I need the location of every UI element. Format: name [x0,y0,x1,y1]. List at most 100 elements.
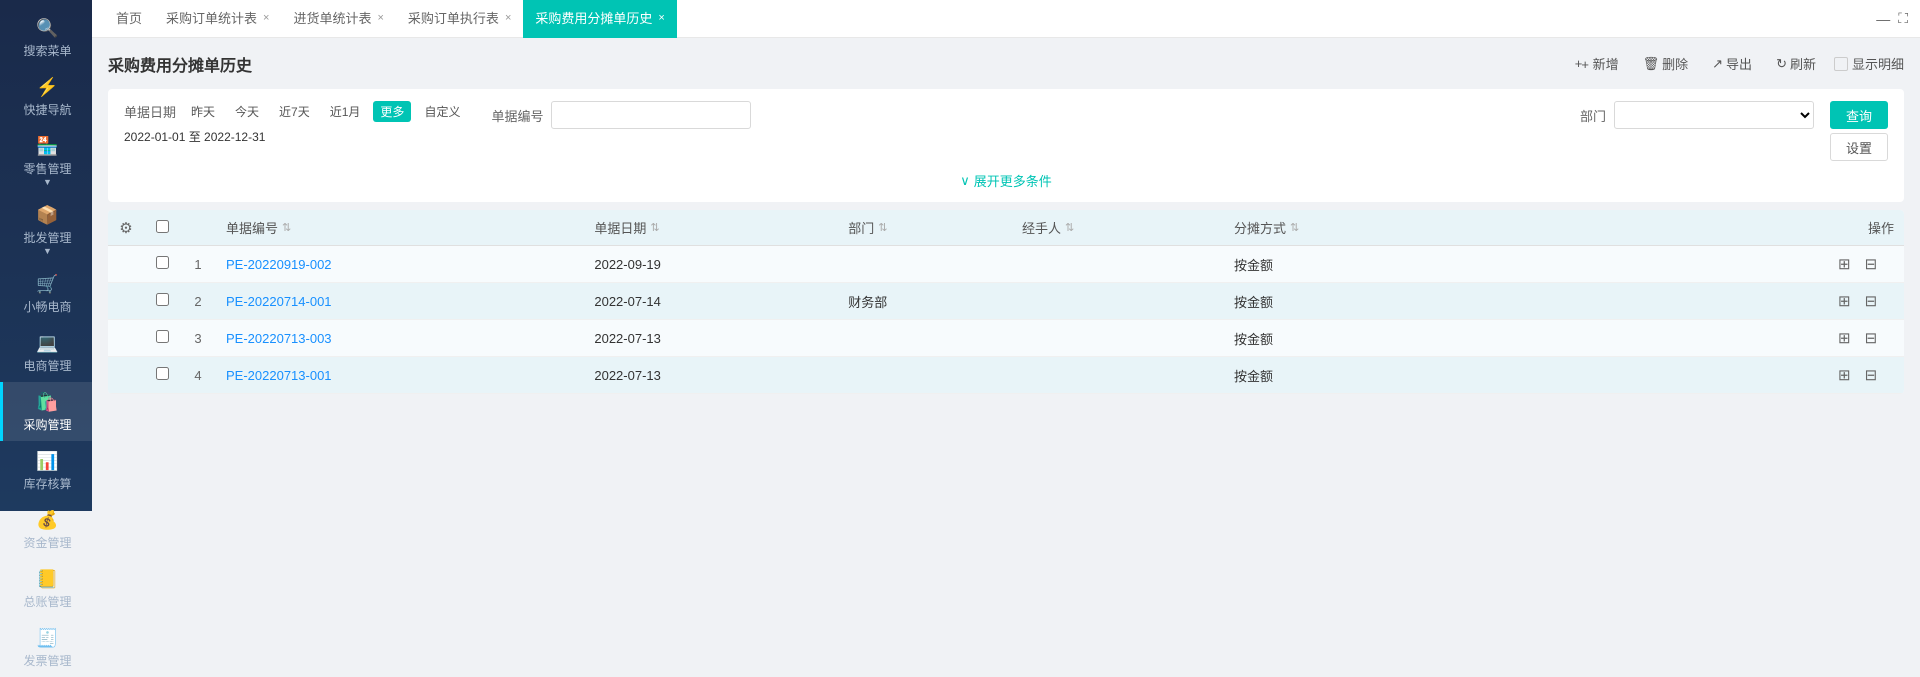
select-all-checkbox[interactable] [156,220,169,233]
show-detail-checkbox[interactable] [1834,57,1848,71]
date-btn-today[interactable]: 今天 [228,101,266,122]
view-icon-0[interactable]: ⊞ [1834,253,1855,275]
more-icon-2[interactable]: ⊟ [1861,327,1882,349]
sort-doc-date-icon[interactable]: ⇅ [650,221,659,234]
delete-icon: 🗑 [1643,56,1660,72]
minimize-btn[interactable]: — [1876,11,1890,27]
td-settings-2 [108,320,144,357]
delete-button[interactable]: 🗑 删除 [1637,50,1695,77]
th-doc-no: 单据编号 ⇅ [216,210,584,246]
view-icon-3[interactable]: ⊞ [1834,364,1855,386]
settings-button[interactable]: 设置 [1830,133,1888,161]
retail-arrow: ▼ [43,177,52,187]
sidebar-item-retail[interactable]: 🏪 零售管理 ▼ [0,126,92,195]
doc-number-input[interactable] [551,101,751,129]
th-dept: 部门 ⇅ [838,210,1012,246]
date-btn-custom[interactable]: 自定义 [417,101,467,122]
ledger-icon: 📒 [36,569,58,590]
date-btn-yesterday[interactable]: 昨天 [184,101,222,122]
content-area: 采购费用分摊单历史 + + 新增 🗑 删除 ↗ 导出 ↻ 刷新 [92,38,1920,511]
td-actions-1: ⊞ ⊟ [1824,283,1904,320]
date-options: 昨天 今天 近7天 近1月 更多 自定义 [184,101,467,122]
sort-doc-no-icon[interactable]: ⇅ [282,221,291,234]
main-area: 首页 采购订单统计表 × 进货单统计表 × 采购订单执行表 × 采购费用分摊单历… [92,0,1920,511]
sidebar-item-search[interactable]: 🔍 搜索菜单 [0,8,92,67]
tab-bar-actions: — ⛶ [1876,10,1908,27]
td-doc-date-0: 2022-09-19 [584,246,838,283]
date-btn-1month[interactable]: 近1月 [323,101,368,122]
more-icon-1[interactable]: ⊟ [1861,290,1882,312]
sidebar-label-search: 搜索菜单 [23,42,71,59]
export-icon: ↗ [1712,56,1723,72]
view-icon-1[interactable]: ⊞ [1834,290,1855,312]
td-handler-2 [1012,320,1224,357]
add-button[interactable]: + + 新增 [1569,50,1625,77]
td-split-method-2: 按金额 [1224,320,1824,357]
tab-purchase-cost-history[interactable]: 采购费用分摊单历史 × [523,0,676,38]
td-dept-2 [838,320,1012,357]
more-icon-0[interactable]: ⊟ [1861,253,1882,275]
doc-no-link-2[interactable]: PE-20220713-003 [226,331,332,346]
sidebar-item-ecommerce-small[interactable]: 🛒 小畅电商 [0,264,92,323]
sidebar-item-ecommerce[interactable]: 💻 电商管理 [0,323,92,382]
query-button[interactable]: 查询 [1830,101,1888,129]
row-checkbox-1[interactable] [156,293,169,306]
data-table: ⚙ 单据编号 ⇅ [108,210,1904,394]
tab-inbound-stats[interactable]: 进货单统计表 × [281,0,395,38]
td-handler-1 [1012,283,1224,320]
tab-close-inbound-stats[interactable]: × [377,12,383,24]
sidebar-item-wholesale[interactable]: 📦 批发管理 ▼ [0,195,92,264]
row-checkbox-2[interactable] [156,330,169,343]
date-range: 2022-01-01 至 2022-12-31 [124,128,467,145]
sort-handler-icon[interactable]: ⇅ [1065,221,1074,234]
td-doc-date-1: 2022-07-14 [584,283,838,320]
sidebar-item-finance[interactable]: 💰 资金管理 [0,500,92,559]
sidebar-label-purchase: 采购管理 [23,416,71,433]
filter-area: 单据日期 昨天 今天 近7天 近1月 更多 自定义 2022-01-01 至 2… [108,89,1904,202]
more-icon-3[interactable]: ⊟ [1861,364,1882,386]
row-checkbox-3[interactable] [156,367,169,380]
tab-purchase-order-exec[interactable]: 采购订单执行表 × [396,0,523,38]
dept-select[interactable]: 财务部 [1614,101,1814,129]
refresh-button[interactable]: ↻ 刷新 [1770,50,1822,77]
th-actions: 操作 [1824,210,1904,246]
doc-no-link-1[interactable]: PE-20220714-001 [226,294,332,309]
tab-purchase-order-stats[interactable]: 采购订单统计表 × [154,0,281,38]
td-checkbox-3 [144,357,180,394]
td-doc-no-1: PE-20220714-001 [216,283,584,320]
date-btn-7days[interactable]: 近7天 [272,101,317,122]
ecommerce-small-icon: 🛒 [36,274,58,295]
tab-home[interactable]: 首页 [104,0,154,38]
toolbar-actions: + + 新增 🗑 删除 ↗ 导出 ↻ 刷新 显示明细 [1569,50,1904,77]
sidebar-item-quick[interactable]: ⚡ 快捷导航 [0,67,92,126]
tab-close-purchase-cost-history[interactable]: × [658,12,664,24]
sidebar-item-ledger[interactable]: 📒 总账管理 [0,559,92,618]
doc-no-link-3[interactable]: PE-20220713-001 [226,368,332,383]
sidebar-label-wholesale: 批发管理 [23,229,71,246]
td-actions-3: ⊞ ⊟ [1824,357,1904,394]
tab-close-purchase-order-stats[interactable]: × [263,12,269,24]
view-icon-2[interactable]: ⊞ [1834,327,1855,349]
wholesale-icon: 📦 [36,205,58,226]
sort-split-method-icon[interactable]: ⇅ [1290,221,1299,234]
doc-no-link-0[interactable]: PE-20220919-002 [226,257,332,272]
sidebar-item-invoice[interactable]: 🧾 发票管理 [0,618,92,677]
sidebar-item-inventory[interactable]: 📊 库存核算 [0,441,92,500]
export-button[interactable]: ↗ 导出 [1706,50,1758,77]
date-label: 单据日期 [124,102,176,121]
sidebar-item-purchase[interactable]: 🛍️ 采购管理 [0,382,92,441]
date-btn-more[interactable]: 更多 [373,101,411,122]
purchase-icon: 🛍️ [36,392,58,413]
expand-filter-btn[interactable]: ∨ 展开更多条件 [124,167,1888,194]
fullscreen-btn[interactable]: ⛶ [1898,10,1908,27]
quick-icon: ⚡ [36,77,58,98]
row-checkbox-0[interactable] [156,256,169,269]
ecommerce-icon: 💻 [36,333,58,354]
tab-bar: 首页 采购订单统计表 × 进货单统计表 × 采购订单执行表 × 采购费用分摊单历… [92,0,1920,38]
inventory-icon: 📊 [36,451,58,472]
sidebar-label-retail: 零售管理 [23,160,71,177]
col-settings-icon[interactable]: ⚙ [119,220,132,237]
tab-close-purchase-order-exec[interactable]: × [505,12,511,24]
sort-dept-icon[interactable]: ⇅ [878,221,887,234]
show-detail-toggle[interactable]: 显示明细 [1834,54,1904,73]
